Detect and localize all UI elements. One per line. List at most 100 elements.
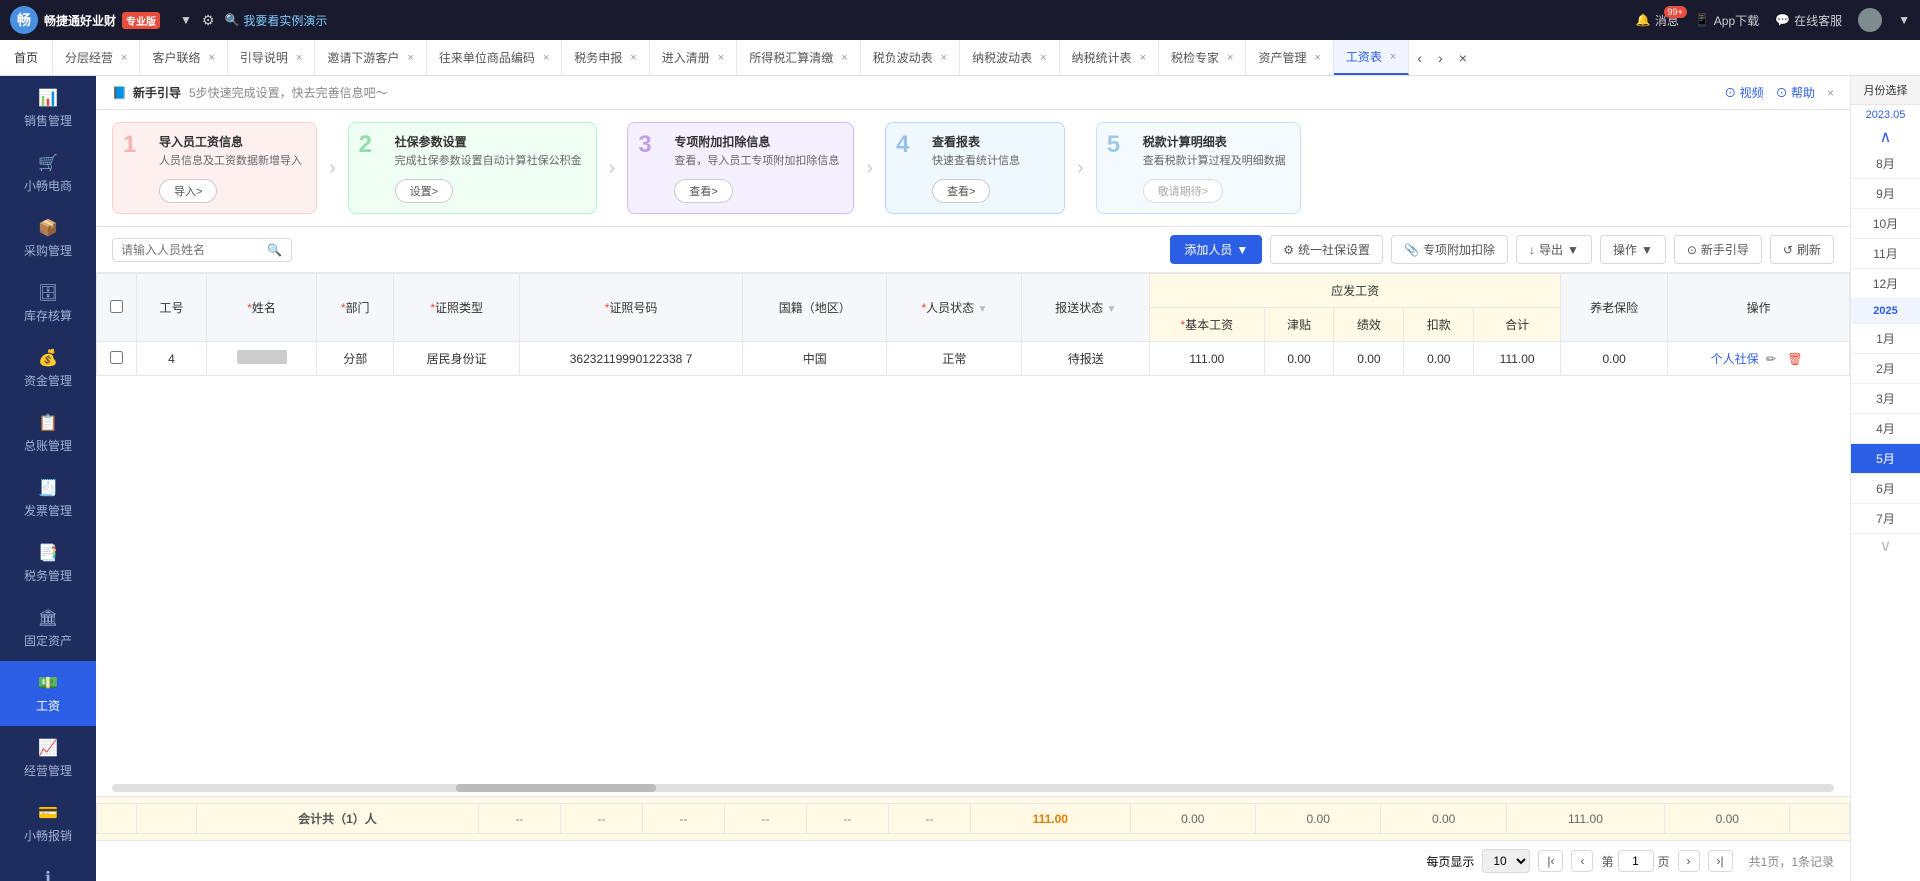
horizontal-scrollbar[interactable]	[112, 784, 1834, 792]
month-down-nav[interactable]: ∨	[1880, 534, 1892, 558]
notification-button[interactable]: 🔔 消息 99+	[1636, 12, 1679, 29]
tab-assets[interactable]: 资产管理 ×	[1246, 40, 1333, 75]
tab-tax-report[interactable]: 税务申报 ×	[562, 40, 649, 75]
sidebar-item-ecommerce[interactable]: 🛒 小畅电商	[0, 141, 96, 206]
sidebar-item-management[interactable]: 📈 经营管理	[0, 726, 96, 791]
tab-close-icon[interactable]: ×	[1314, 52, 1320, 64]
user-menu[interactable]: ▼	[1898, 13, 1910, 27]
sidebar-item-inventory[interactable]: 🗄 库存核算	[0, 271, 96, 336]
sidebar-item-purchase[interactable]: 📦 采购管理	[0, 206, 96, 271]
tab-close-icon[interactable]: ×	[296, 52, 302, 64]
step-btn-1[interactable]: 导入>	[159, 179, 217, 203]
step-btn-4[interactable]: 查看>	[932, 179, 990, 203]
tab-shuifu[interactable]: 税负波动表 ×	[861, 40, 960, 75]
tab-close-all-btn[interactable]: ×	[1451, 40, 1475, 75]
refresh-button[interactable]: ↺ 刷新	[1770, 235, 1834, 264]
tab-close-icon[interactable]: ×	[121, 52, 127, 64]
month-up-nav[interactable]: ∧	[1880, 125, 1892, 149]
last-page-btn[interactable]: ›|	[1708, 850, 1733, 872]
sidebar-item-finance[interactable]: 💰 资金管理	[0, 336, 96, 401]
tab-next-btn[interactable]: ›	[1430, 40, 1451, 75]
tab-close-icon[interactable]: ×	[1227, 52, 1233, 64]
sidebar-item-tax[interactable]: 📑 税务管理	[0, 531, 96, 596]
month-item-8[interactable]: 8月	[1851, 149, 1920, 179]
tab-close-icon[interactable]: ×	[718, 52, 724, 64]
first-page-btn[interactable]: |‹	[1538, 850, 1563, 872]
tab-close-icon[interactable]: ×	[1140, 52, 1146, 64]
tab-close-icon[interactable]: ×	[941, 52, 947, 64]
month-item-7[interactable]: 7月	[1851, 504, 1920, 534]
tab-close-active-icon[interactable]: ×	[1390, 51, 1396, 63]
tab-kehu[interactable]: 客户联络 ×	[140, 40, 227, 75]
online-service-button[interactable]: 💬 在线客服	[1775, 12, 1842, 29]
step-btn-3[interactable]: 查看>	[674, 179, 732, 203]
tab-natong[interactable]: 纳税统计表 ×	[1060, 40, 1159, 75]
edit-icon[interactable]: ✏	[1766, 352, 1776, 366]
sidebar-item-sales[interactable]: 📊 销售管理	[0, 76, 96, 141]
tab-prev-btn[interactable]: ‹	[1409, 40, 1430, 75]
month-item-2[interactable]: 2月	[1851, 354, 1920, 384]
tab-close-icon[interactable]: ×	[208, 52, 214, 64]
month-item-1[interactable]: 1月	[1851, 324, 1920, 354]
month-item-9[interactable]: 9月	[1851, 179, 1920, 209]
select-all-checkbox[interactable]	[110, 300, 123, 313]
sidebar-item-ledger[interactable]: 📋 总账管理	[0, 401, 96, 466]
delete-icon[interactable]: 🗑	[1787, 352, 1802, 366]
per-page-select[interactable]: 10	[1482, 849, 1530, 873]
search-icon[interactable]: 🔍	[267, 243, 282, 257]
video-link[interactable]: ⊙ 视频	[1724, 84, 1763, 101]
tab-close-icon[interactable]: ×	[407, 52, 413, 64]
sidebar-item-invoice[interactable]: 🧾 发票管理	[0, 466, 96, 531]
sidebar-item-basic-info[interactable]: ℹ 基础信息	[0, 856, 96, 881]
tab-yindao[interactable]: 引导说明 ×	[228, 40, 315, 75]
sidebar-item-wage[interactable]: 💵 工资	[0, 661, 96, 726]
step-btn-2[interactable]: 设置>	[395, 179, 453, 203]
month-item-6[interactable]: 6月	[1851, 474, 1920, 504]
tab-nabo[interactable]: 纳税波动表 ×	[960, 40, 1059, 75]
special-allowance-button[interactable]: 📎 专项附加扣除	[1391, 235, 1508, 264]
scrollbar-thumb[interactable]	[456, 784, 656, 792]
prev-page-btn[interactable]: ‹	[1571, 850, 1593, 872]
month-year[interactable]: 2023.05	[1862, 105, 1910, 125]
tab-close-icon[interactable]: ×	[630, 52, 636, 64]
demo-link[interactable]: 🔍 我要看实例演示	[224, 12, 327, 29]
gear-icon[interactable]: ⚙	[202, 12, 215, 29]
month-item-4[interactable]: 4月	[1851, 414, 1920, 444]
guide-close-icon[interactable]: ×	[1827, 86, 1834, 100]
tab-fen-ceng[interactable]: 分层经营 ×	[53, 40, 140, 75]
next-page-btn[interactable]: ›	[1678, 850, 1700, 872]
month-item-12[interactable]: 12月	[1851, 269, 1920, 299]
tab-home[interactable]: 首页	[0, 40, 53, 75]
tab-invite[interactable]: 邀请下游客户 ×	[315, 40, 426, 75]
month-item-3[interactable]: 3月	[1851, 384, 1920, 414]
tab-close-icon[interactable]: ×	[543, 52, 549, 64]
sidebar-item-fixed-assets[interactable]: 🏛 固定资产	[0, 596, 96, 661]
tab-close-icon[interactable]: ×	[1040, 52, 1046, 64]
newbie-guide-button[interactable]: ⊙ 新手引导	[1674, 235, 1762, 264]
app-download-button[interactable]: 📱 App下载	[1695, 12, 1759, 29]
tab-close-icon[interactable]: ×	[841, 52, 847, 64]
company-dropdown[interactable]: ▼	[180, 13, 192, 27]
row-select-checkbox[interactable]	[110, 351, 123, 364]
add-person-button[interactable]: 添加人员 ▼	[1170, 235, 1262, 264]
tab-qingce[interactable]: 进入清册 ×	[650, 40, 737, 75]
month-item-5[interactable]: 5月	[1851, 444, 1920, 474]
tab-suode[interactable]: 所得税汇算清缴 ×	[737, 40, 860, 75]
tab-wage[interactable]: 工资表 ×	[1334, 40, 1409, 75]
search-wrap[interactable]: 🔍	[112, 238, 292, 262]
unified-social-security-button[interactable]: ⚙ 统一社保设置	[1270, 235, 1383, 264]
page-input[interactable]	[1618, 850, 1654, 872]
search-input[interactable]	[121, 243, 261, 257]
help-link[interactable]: ⊙ 帮助	[1776, 84, 1815, 101]
personal-social-security-link[interactable]: 个人社保	[1711, 352, 1759, 366]
row-checkbox[interactable]	[97, 342, 137, 376]
month-item-11[interactable]: 11月	[1851, 239, 1920, 269]
month-item-10[interactable]: 10月	[1851, 209, 1920, 239]
export-button[interactable]: ↓ 导出 ▼	[1516, 235, 1592, 264]
tab-goods-code[interactable]: 往来单位商品编码 ×	[427, 40, 562, 75]
step-btn-5[interactable]: 敬请期待>	[1143, 179, 1223, 203]
action-button[interactable]: 操作 ▼	[1600, 235, 1666, 264]
sidebar-item-expense[interactable]: 💳 小畅报销	[0, 791, 96, 856]
user-avatar[interactable]	[1858, 8, 1882, 32]
tab-shuijian[interactable]: 税检专家 ×	[1159, 40, 1246, 75]
